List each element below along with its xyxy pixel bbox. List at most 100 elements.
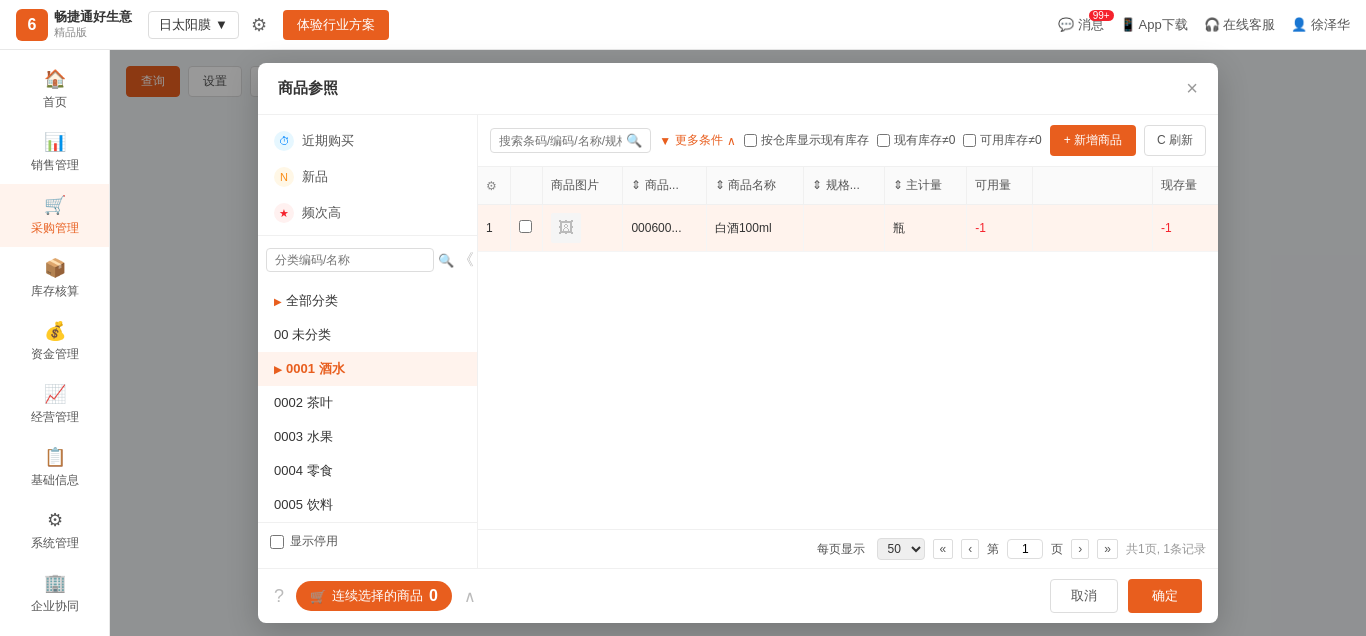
show-disabled-label[interactable]: 显示停用 <box>270 533 465 550</box>
cell-unit: 瓶 <box>884 205 967 252</box>
sidebar-item-enterprise[interactable]: 🏢 企业协同 <box>0 562 109 625</box>
table-row[interactable]: 1 🖼 000600... 白酒100ml <box>478 205 1218 252</box>
top-nav: 6 畅捷通好生意 精品版 日太阳膜 ▼ ⚙ 体验行业方案 💬 消息 99+ 📱 … <box>0 0 1366 50</box>
product-image: 🖼 <box>551 213 581 243</box>
purchase-icon: 🛒 <box>44 194 66 216</box>
category-search-input[interactable] <box>266 248 434 272</box>
collapse-footer-icon[interactable]: ∧ <box>464 587 476 606</box>
confirm-button[interactable]: 确定 <box>1128 579 1202 613</box>
total-info: 共1页, 1条记录 <box>1126 541 1206 558</box>
nav-selector[interactable]: 日太阳膜 ▼ <box>148 11 239 39</box>
per-page-select[interactable]: 50 <box>877 538 925 560</box>
finance-icon: 💰 <box>44 320 66 342</box>
by-warehouse-checkbox-label[interactable]: 按仓库显示现有库存 <box>744 132 869 149</box>
add-product-button[interactable]: + 新增商品 <box>1050 125 1136 156</box>
cart-button[interactable]: 🛒 连续选择的商品 0 <box>296 581 452 611</box>
page-number-input[interactable] <box>1007 539 1043 559</box>
th-check <box>510 167 542 205</box>
category-00[interactable]: 00 未分类 <box>258 318 477 352</box>
sidebar-item-purchase[interactable]: 🛒 采购管理 <box>0 184 109 247</box>
available-stock-checkbox[interactable] <box>963 134 976 147</box>
left-panel: ⏱ 近期购买 N 新品 ★ 频次高 <box>258 115 478 568</box>
home-icon: 🏠 <box>44 68 66 90</box>
by-warehouse-checkbox[interactable] <box>744 134 757 147</box>
operation-icon: 📈 <box>44 383 66 405</box>
th-settings[interactable]: ⚙ <box>478 167 510 205</box>
has-stock-checkbox-label[interactable]: 现有库存≠0 <box>877 132 955 149</box>
modal-overlay: 商品参照 × ⏱ 近期购买 N 新品 <box>110 50 1366 636</box>
category-0003[interactable]: 0003 水果 <box>258 420 477 454</box>
sidebar-item-inventory[interactable]: 📦 库存核算 <box>0 247 109 310</box>
user-avatar[interactable]: 👤 徐泽华 <box>1291 16 1350 34</box>
row-checkbox[interactable] <box>519 220 532 233</box>
gear-icon[interactable]: ⚙ <box>251 14 267 36</box>
available-stock-checkbox-label[interactable]: 可用库存≠0 <box>963 132 1041 149</box>
refresh-table-button[interactable]: C 刷新 <box>1144 125 1206 156</box>
modal-body: ⏱ 近期购买 N 新品 ★ 频次高 <box>258 115 1218 568</box>
sidebar-item-finance[interactable]: 💰 资金管理 <box>0 310 109 373</box>
sidebar-item-sales[interactable]: 📊 销售管理 <box>0 121 109 184</box>
category-0002[interactable]: 0002 茶叶 <box>258 386 477 420</box>
product-search-input[interactable] <box>499 134 622 148</box>
category-all[interactable]: ▶ 全部分类 <box>258 284 477 318</box>
sidebar-item-basic[interactable]: 📋 基础信息 <box>0 436 109 499</box>
collapse-panel-button[interactable]: 《 <box>458 250 474 271</box>
online-service-button[interactable]: 🎧 在线客服 <box>1204 16 1276 34</box>
product-search-box: 🔍 <box>490 128 651 153</box>
frequent-item[interactable]: ★ 频次高 <box>258 195 477 231</box>
modal-header: 商品参照 × <box>258 63 1218 115</box>
product-reference-modal: 商品参照 × ⏱ 近期购买 N 新品 <box>258 63 1218 623</box>
has-stock-checkbox[interactable] <box>877 134 890 147</box>
right-panel: 🔍 ▼ 更多条件 ∧ 按仓库显示现有库存 <box>478 115 1218 568</box>
category-0004[interactable]: 0004 零食 <box>258 454 477 488</box>
th-spacer <box>1033 167 1153 205</box>
th-available: 可用量 <box>967 167 1033 205</box>
product-table: ⚙ 商品图片 ⇕ 商品... <box>478 167 1218 252</box>
cell-spacer <box>1033 205 1153 252</box>
prev-page-button[interactable]: ‹ <box>961 539 979 559</box>
cancel-button[interactable]: 取消 <box>1050 579 1118 613</box>
modal-close-button[interactable]: × <box>1186 77 1198 100</box>
cell-available: -1 <box>967 205 1033 252</box>
cell-code: 000600... <box>623 205 706 252</box>
logo-text: 畅捷通好生意 <box>54 9 132 25</box>
show-disabled-checkbox[interactable] <box>270 535 284 549</box>
messages-button[interactable]: 💬 消息 99+ <box>1058 16 1104 34</box>
sidebar-item-guide[interactable]: 🆕 新手引导 <box>0 625 109 636</box>
inventory-icon: 📦 <box>44 257 66 279</box>
sales-icon: 📊 <box>44 131 66 153</box>
last-page-button[interactable]: » <box>1097 539 1118 559</box>
th-name: ⇕ 商品名称 <box>706 167 804 205</box>
recent-purchase-item[interactable]: ⏱ 近期购买 <box>258 123 477 159</box>
filter-icon: ▼ <box>659 134 671 148</box>
category-0001[interactable]: ▶ 0001 酒水 <box>258 352 477 386</box>
cell-spec <box>804 205 884 252</box>
trial-button[interactable]: 体验行业方案 <box>283 10 389 40</box>
next-page-button[interactable]: › <box>1071 539 1089 559</box>
first-page-button[interactable]: « <box>933 539 954 559</box>
sidebar-item-home[interactable]: 🏠 首页 <box>0 58 109 121</box>
cell-check[interactable] <box>510 205 542 252</box>
enterprise-icon: 🏢 <box>44 572 66 594</box>
main-content: 查询 设置 刷新 商品参照 × ⏱ <box>110 50 1366 636</box>
new-product-item[interactable]: N 新品 <box>258 159 477 195</box>
th-image: 商品图片 <box>542 167 623 205</box>
category-0005[interactable]: 0005 饮料 <box>258 488 477 522</box>
cell-stock: -1 <box>1153 205 1218 252</box>
new-icon: N <box>274 167 294 187</box>
pagination: 每页显示 50 « ‹ 第 页 › » 共1页, 1条记录 <box>478 529 1218 568</box>
cell-seq: 1 <box>478 205 510 252</box>
th-unit: ⇕ 主计量 <box>884 167 967 205</box>
app-download-button[interactable]: 📱 App下载 <box>1120 16 1188 34</box>
cell-name: 白酒100ml <box>706 205 804 252</box>
th-code: ⇕ 商品... <box>623 167 706 205</box>
th-spec: ⇕ 规格... <box>804 167 884 205</box>
category-search-icon[interactable]: 🔍 <box>438 253 454 268</box>
more-filter-button[interactable]: ▼ 更多条件 ∧ <box>659 132 736 149</box>
product-search-icon[interactable]: 🔍 <box>626 133 642 148</box>
logo-sub: 精品版 <box>54 25 132 40</box>
logo-icon: 6 <box>16 9 48 41</box>
help-icon[interactable]: ? <box>274 586 284 607</box>
sidebar-item-operation[interactable]: 📈 经营管理 <box>0 373 109 436</box>
sidebar-item-system[interactable]: ⚙ 系统管理 <box>0 499 109 562</box>
